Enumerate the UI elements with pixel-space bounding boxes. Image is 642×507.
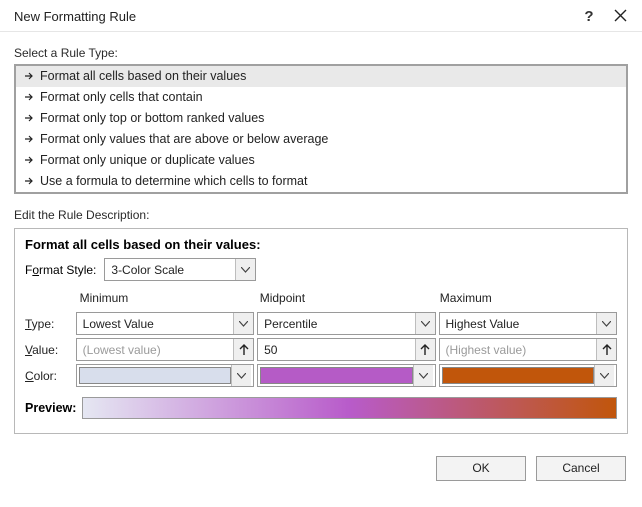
midpoint-type-dropdown[interactable]: Percentile [257, 312, 436, 335]
close-button[interactable] [608, 9, 632, 25]
preview-gradient [82, 397, 617, 419]
minimum-color-swatch [79, 367, 232, 384]
columns-header: Minimum Midpoint Maximum [25, 291, 617, 309]
rule-type-item-label: Format only values that are above or bel… [40, 132, 328, 146]
edit-rule-description-label: Edit the Rule Description: [14, 208, 628, 222]
maximum-type-dropdown[interactable]: Highest Value [439, 312, 618, 335]
preview-row: Preview: [25, 397, 617, 419]
value-row: Value: (Lowest value) 50 (Highest value) [25, 338, 617, 361]
ref-picker-icon[interactable] [415, 339, 435, 360]
midpoint-value-input[interactable]: 50 [257, 338, 436, 361]
rule-type-list[interactable]: Format all cells based on their values Fo… [14, 64, 628, 194]
minimum-col-title: Minimum [80, 291, 257, 305]
arrow-right-icon [24, 176, 34, 186]
minimum-value-input[interactable]: (Lowest value) [76, 338, 255, 361]
format-style-label: Format Style: [25, 263, 96, 277]
dialog-footer: OK Cancel [0, 446, 642, 493]
midpoint-col-title: Midpoint [260, 291, 437, 305]
format-style-row: Format Style: 3-Color Scale [25, 258, 617, 281]
chevron-down-icon [415, 313, 435, 334]
dialog-title: New Formatting Rule [14, 9, 570, 24]
ref-picker-icon[interactable] [233, 339, 253, 360]
rule-type-item[interactable]: Use a formula to determine which cells t… [16, 171, 626, 192]
rule-type-item-label: Format only top or bottom ranked values [40, 111, 264, 125]
rule-type-item-label: Format only cells that contain [40, 90, 203, 104]
close-icon [614, 9, 627, 22]
rule-type-item-label: Format all cells based on their values [40, 69, 246, 83]
maximum-color-swatch [442, 367, 595, 384]
chevron-down-icon [596, 313, 616, 334]
midpoint-color-swatch [260, 367, 413, 384]
rule-type-section-label: Select a Rule Type: [14, 46, 628, 60]
arrow-right-icon [24, 134, 34, 144]
maximum-value-input[interactable]: (Highest value) [439, 338, 618, 361]
color-label: Color: [25, 369, 76, 383]
value-label: Value: [25, 343, 76, 357]
midpoint-color-dropdown[interactable] [257, 364, 436, 387]
rule-type-item[interactable]: Format only cells that contain [16, 87, 626, 108]
cancel-button[interactable]: Cancel [536, 456, 626, 481]
format-style-dropdown[interactable]: 3-Color Scale [104, 258, 256, 281]
type-row: Type: Lowest Value Percentile Highest Va… [25, 312, 617, 335]
ok-button[interactable]: OK [436, 456, 526, 481]
chevron-down-icon [413, 365, 433, 386]
rule-description-heading: Format all cells based on their values: [25, 237, 617, 252]
rule-type-item[interactable]: Format only values that are above or bel… [16, 129, 626, 150]
dialog-body: Select a Rule Type: Format all cells bas… [0, 32, 642, 446]
rule-description-section: Edit the Rule Description: Format all ce… [14, 208, 628, 434]
maximum-col-title: Maximum [440, 291, 617, 305]
chevron-down-icon [594, 365, 614, 386]
type-label: Type: [25, 317, 76, 331]
dialog-titlebar: New Formatting Rule ? [0, 0, 642, 32]
rule-description-box: Format all cells based on their values: … [14, 228, 628, 434]
rule-type-item-label: Use a formula to determine which cells t… [40, 174, 307, 188]
maximum-color-dropdown[interactable] [439, 364, 618, 387]
color-row: Color: [25, 364, 617, 387]
arrow-right-icon [24, 113, 34, 123]
help-button[interactable]: ? [570, 8, 608, 25]
arrow-right-icon [24, 155, 34, 165]
rule-type-item[interactable]: Format only unique or duplicate values [16, 150, 626, 171]
preview-label: Preview: [25, 401, 76, 415]
chevron-down-icon [231, 365, 251, 386]
arrow-right-icon [24, 92, 34, 102]
rule-type-item-label: Format only unique or duplicate values [40, 153, 255, 167]
arrow-right-icon [24, 71, 34, 81]
minimum-color-dropdown[interactable] [76, 364, 255, 387]
chevron-down-icon [233, 313, 253, 334]
format-style-value: 3-Color Scale [111, 263, 235, 277]
chevron-down-icon [235, 259, 255, 280]
minimum-type-dropdown[interactable]: Lowest Value [76, 312, 255, 335]
rule-type-item[interactable]: Format all cells based on their values [16, 66, 626, 87]
ref-picker-icon[interactable] [596, 339, 616, 360]
rule-type-item[interactable]: Format only top or bottom ranked values [16, 108, 626, 129]
